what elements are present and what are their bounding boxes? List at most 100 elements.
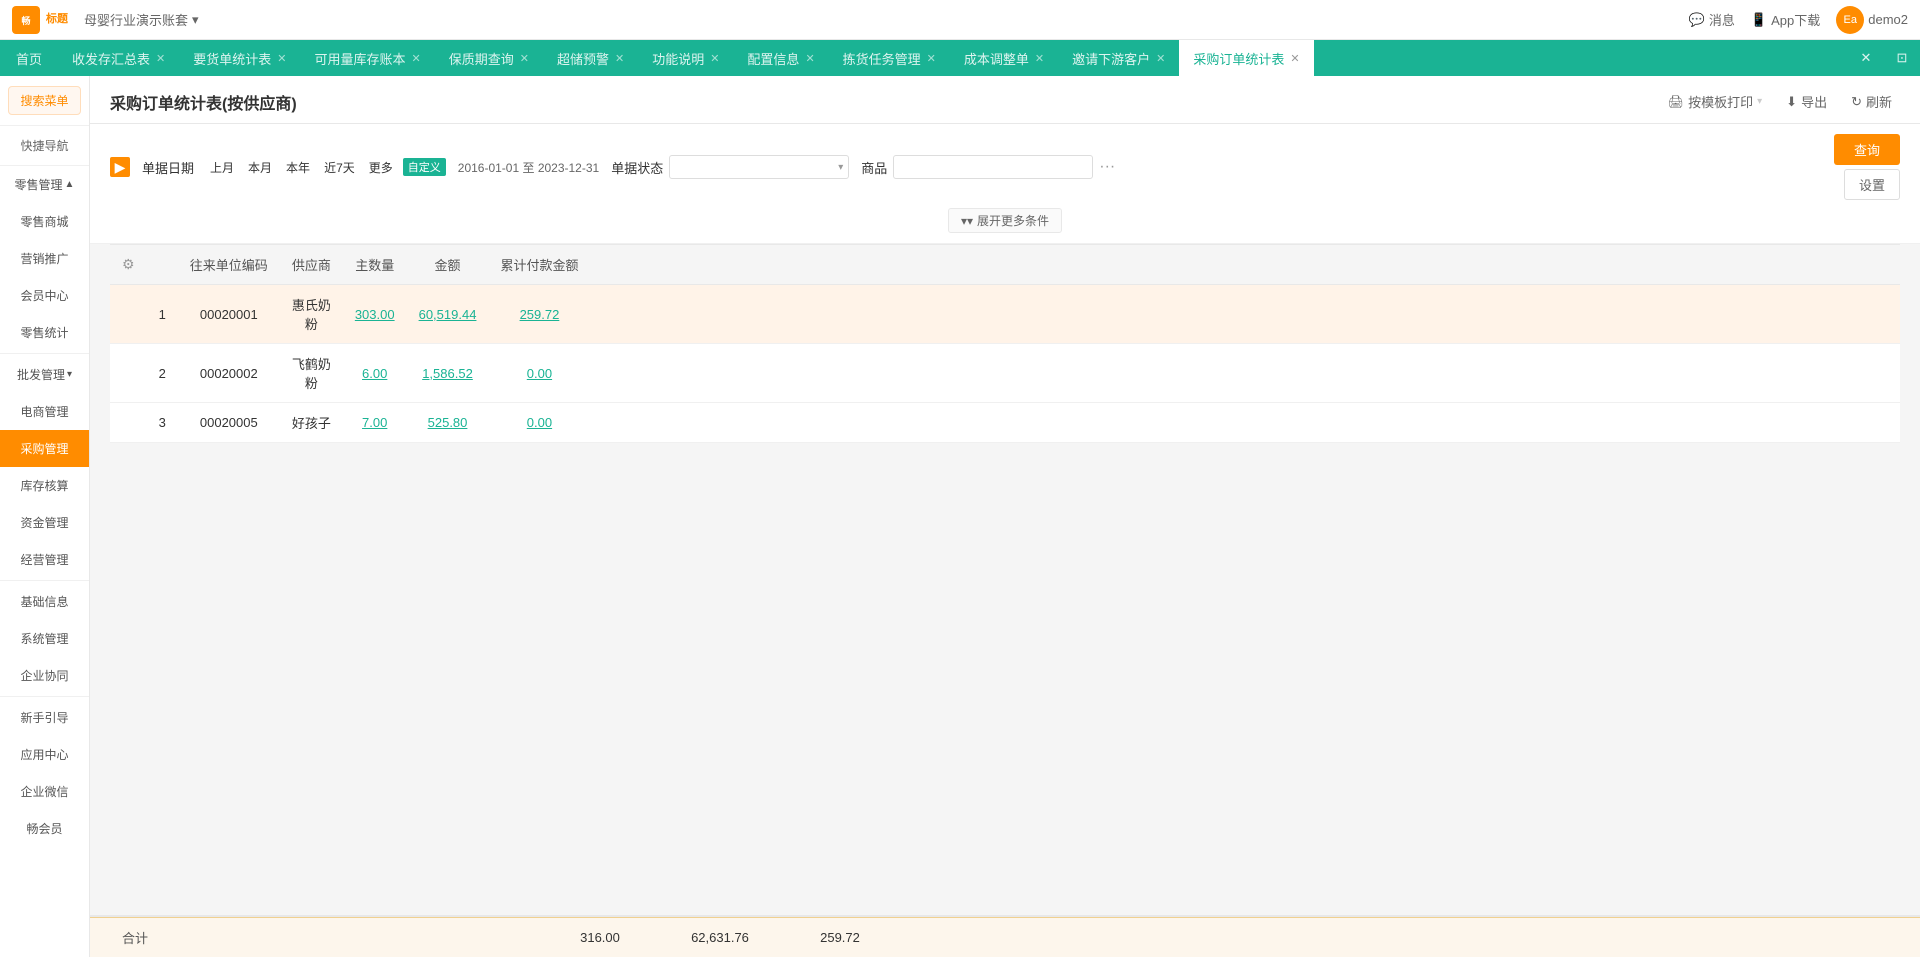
sidebar-item-app-center[interactable]: 应用中心 [0,736,89,773]
sidebar-item-inventory[interactable]: 库存核算 [0,467,89,504]
user-profile[interactable]: Ea demo2 [1836,6,1908,34]
row1-amount[interactable]: 60,519.44 [407,285,489,344]
filter-row-main: ▶ 单据日期 上月 本月 本年 近7天 更多 自定义 2016-01-01 至 … [110,134,1900,200]
settings-button[interactable]: 设置 [1844,169,1900,200]
search-menu-button[interactable]: 搜索菜单 [8,86,81,115]
sidebar-item-marketing[interactable]: 营销推广 [0,240,89,277]
tab-function-desc-close[interactable]: ✕ [710,52,719,65]
sidebar-item-finance[interactable]: 资金管理 [0,504,89,541]
tab-function-desc[interactable]: 功能说明 ✕ [638,40,733,76]
sidebar-item-enterprise-collab[interactable]: 企业协同 [0,657,89,694]
total-amount: 62,631.76 [660,930,780,945]
workspace-name: 母婴行业演示账套 [84,10,188,29]
sidebar-item-operations[interactable]: 经营管理 [0,541,89,578]
tab-home[interactable]: 首页 [0,40,58,76]
row2-unit-code: 00020002 [178,344,280,403]
sidebar-item-purchase-mgmt[interactable]: 采购管理 [0,430,89,467]
avatar-text: Ea [1844,14,1857,26]
row1-paid-amount[interactable]: 259.72 [488,285,590,344]
refresh-button[interactable]: ↻ 刷新 [1843,88,1900,115]
tab-order-summary-close[interactable]: ✕ [277,52,286,65]
sidebar-item-system-mgmt-label: 系统管理 [20,630,68,647]
sidebar-item-operations-label: 经营管理 [20,551,68,568]
message-button[interactable]: 💬 消息 [1689,10,1735,29]
restore-window-button[interactable]: ⊡ [1884,40,1920,76]
sidebar-item-member-center[interactable]: 会员中心 [0,277,89,314]
goods-more-icon[interactable]: ··· [1099,158,1115,176]
tab-invite-downstream-close[interactable]: ✕ [1156,52,1165,65]
export-button[interactable]: ⬇ 导出 [1778,88,1835,115]
filter-toggle-button[interactable]: ▶ [110,157,130,177]
logo-icon: 畅 [12,6,40,34]
row2-paid-amount[interactable]: 0.00 [488,344,590,403]
sidebar-item-enterprise-wechat[interactable]: 企业微信 [0,773,89,810]
sidebar-item-retail-mgmt[interactable]: 零售管理 ▲ [0,166,89,203]
row3-qty[interactable]: 7.00 [343,403,407,443]
sidebar-item-ecommerce-mgmt[interactable]: 电商管理 [0,393,89,430]
tab-cost-adjust-close[interactable]: ✕ [1035,52,1044,65]
tab-invite-downstream[interactable]: 邀请下游客户 ✕ [1058,40,1179,76]
sidebar-item-retail-stats[interactable]: 零售统计 [0,314,89,351]
goods-filter-label: 商品 [861,158,887,177]
tab-expiry-query-close[interactable]: ✕ [520,52,529,65]
sidebar-item-wholesale-mgmt[interactable]: 批发管理 ▾ [0,356,89,393]
last-month-button[interactable]: 上月 [206,157,238,178]
sidebar: 搜索菜单 快捷导航 零售管理 ▲ 零售商城 营销推广 会员中心 零售统计 [0,76,90,957]
workspace-selector[interactable]: 母婴行业演示账套 ▾ [76,6,207,33]
this-year-button[interactable]: 本年 [282,157,314,178]
goods-input[interactable] [893,155,1093,179]
quick-nav-button[interactable]: 快捷导航 [0,132,89,159]
row2-qty[interactable]: 6.00 [343,344,407,403]
row3-amount[interactable]: 525.80 [407,403,489,443]
sidebar-item-enterprise-wechat-label: 企业微信 [20,783,68,800]
tab-order-summary[interactable]: 要货单统计表 ✕ [179,40,300,76]
status-select[interactable] [669,155,849,179]
table-area: ⚙ 往来单位编码 供应商 主数量 金额 累计付款金额 1 [90,244,1920,915]
chevron-down-icon: ▲ [65,179,75,190]
tab-available-stock-close[interactable]: ✕ [412,52,421,65]
tab-collect-pay-label: 收发存汇总表 [72,49,150,68]
more-date-button[interactable]: 更多 [365,157,397,178]
tab-invite-downstream-label: 邀请下游客户 [1072,49,1150,68]
row1-num: 1 [147,285,178,344]
username: demo2 [1868,12,1908,27]
page-header: 采购订单统计表(按供应商) 🖨 按模板打印 ▾ ⬇ 导出 ↻ 刷新 [90,76,1920,124]
this-month-button[interactable]: 本月 [244,157,276,178]
tab-purchase-summary-close[interactable]: ✕ [1290,52,1299,65]
sidebar-item-member-points-label: 畅会员 [26,820,62,837]
sidebar-item-newbie-guide[interactable]: 新手引导 [0,699,89,736]
tab-expiry-query[interactable]: 保质期查询 ✕ [435,40,543,76]
tab-pick-task-close[interactable]: ✕ [927,52,936,65]
tab-overstock-warning[interactable]: 超储预警 ✕ [543,40,638,76]
sidebar-item-member-points[interactable]: 畅会员 [0,810,89,847]
tab-config-info-close[interactable]: ✕ [805,52,814,65]
col-row-num [147,245,178,285]
tab-collect-pay[interactable]: 收发存汇总表 ✕ [58,40,179,76]
tab-purchase-summary[interactable]: 采购订单统计表 ✕ [1179,40,1313,76]
sidebar-item-retail-shop[interactable]: 零售商城 [0,203,89,240]
tab-cost-adjust-label: 成本调整单 [964,49,1029,68]
last-7-days-button[interactable]: 近7天 [320,157,359,178]
sidebar-item-basic-info[interactable]: 基础信息 [0,583,89,620]
row3-paid-amount[interactable]: 0.00 [488,403,590,443]
tab-cost-adjust[interactable]: 成本调整单 ✕ [950,40,1058,76]
row2-amount[interactable]: 1,586.52 [407,344,489,403]
tab-config-info-label: 配置信息 [747,49,799,68]
tab-config-info[interactable]: 配置信息 ✕ [733,40,828,76]
tab-collect-pay-close[interactable]: ✕ [156,52,165,65]
tab-available-stock[interactable]: 可用量库存账本 ✕ [300,40,434,76]
close-all-tabs-button[interactable]: ✕ [1848,40,1884,76]
tab-pick-task[interactable]: 拣货任务管理 ✕ [829,40,950,76]
print-button[interactable]: 🖨 按模板打印 ▾ [1660,88,1771,115]
sidebar-item-marketing-label: 营销推广 [20,250,68,267]
app-download-button[interactable]: 📱 App下载 [1751,10,1820,29]
table-settings-icon[interactable]: ⚙ [122,256,135,272]
expand-more-button[interactable]: ▾▾ 展开更多条件 [948,208,1062,233]
row1-qty[interactable]: 303.00 [343,285,407,344]
main-layout: 搜索菜单 快捷导航 零售管理 ▲ 零售商城 营销推广 会员中心 零售统计 [0,76,1920,957]
tab-overstock-warning-close[interactable]: ✕ [615,52,624,65]
total-label: 合计 [110,928,540,947]
sidebar-item-system-mgmt[interactable]: 系统管理 [0,620,89,657]
query-button[interactable]: 查询 [1834,134,1900,165]
sidebar-item-inventory-label: 库存核算 [20,477,68,494]
